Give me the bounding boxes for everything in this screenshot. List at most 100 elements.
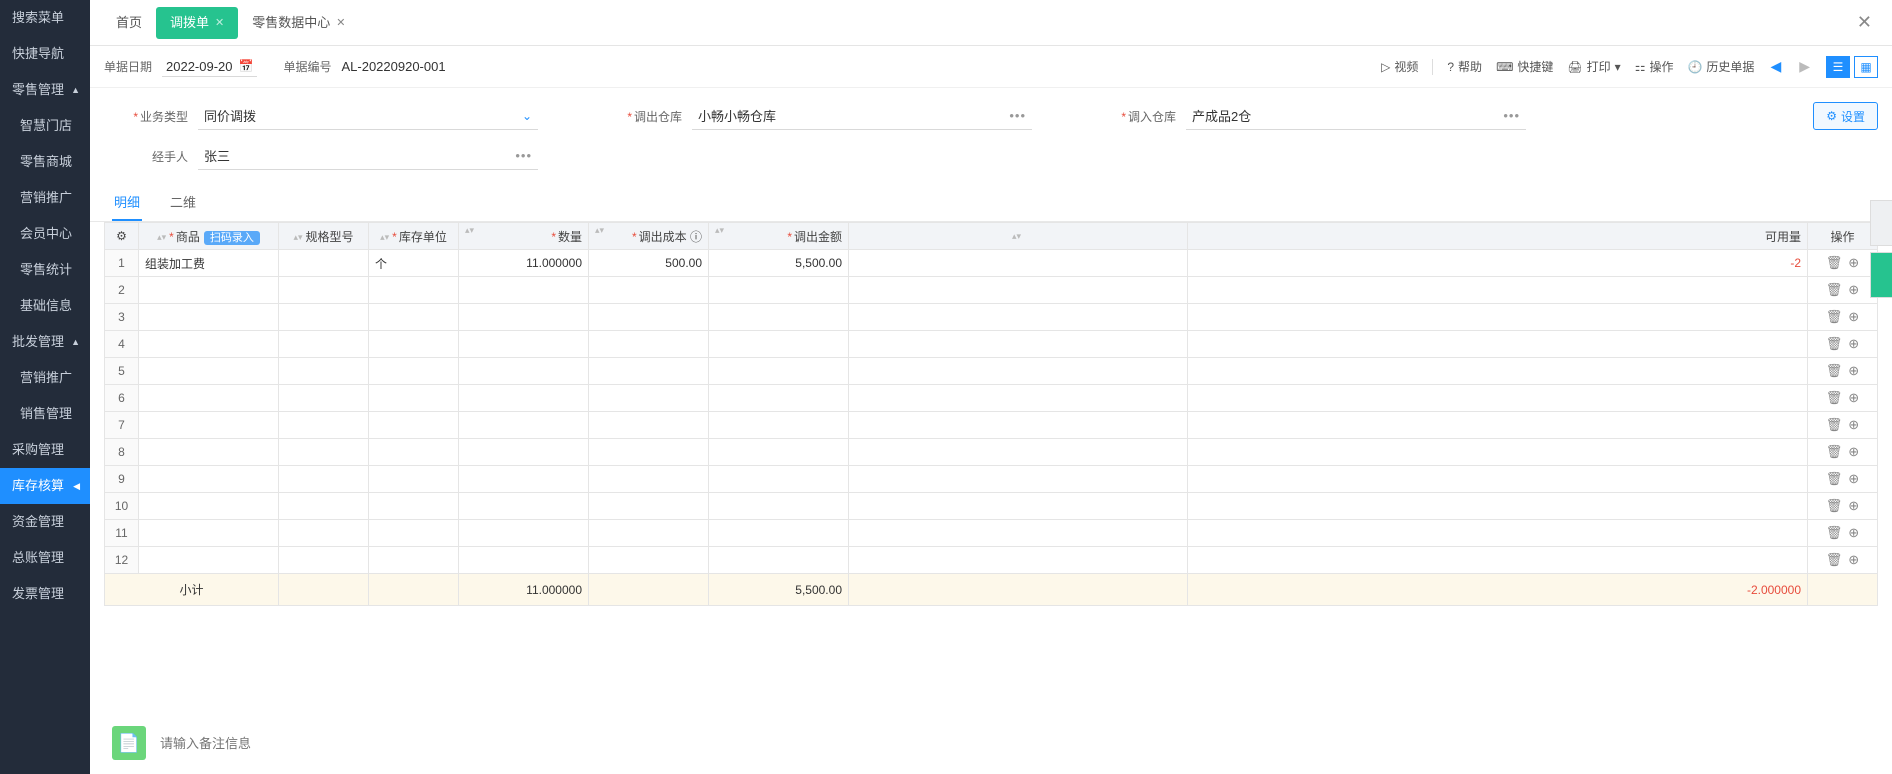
biztype-select[interactable]: 同价调拨 ⌄	[198, 102, 538, 130]
tab-transfer[interactable]: 调拨单✕	[156, 7, 238, 39]
sidebar-item-basicinfo[interactable]: 基础信息	[0, 288, 90, 324]
subtotal-qty: 11.000000	[459, 574, 589, 606]
sidebar-item-wholesale[interactable]: 批发管理▲	[0, 324, 90, 360]
video-button[interactable]: ▷ 视频	[1381, 58, 1418, 75]
delete-row-icon[interactable]: 🗑	[1826, 471, 1843, 486]
scan-button[interactable]: 扫码录入	[204, 231, 260, 245]
subtotal-label: 小计	[105, 574, 279, 606]
tab-home[interactable]: 首页	[102, 7, 156, 39]
add-row-icon[interactable]: ⊕	[1848, 471, 1859, 486]
table-row[interactable]: 4🗑⊕	[105, 331, 1878, 358]
sidebar-item-salesmgmt[interactable]: 销售管理	[0, 396, 90, 432]
settings-button[interactable]: ⚙ 设置	[1813, 102, 1878, 130]
history-button[interactable]: 🕘 历史单据	[1687, 58, 1754, 75]
sidebar-item-funds[interactable]: 资金管理	[0, 504, 90, 540]
add-row-icon[interactable]: ⊕	[1848, 417, 1859, 432]
col-qty[interactable]: ▴▾数量	[459, 223, 589, 250]
col-spec[interactable]: ▴▾规格型号	[279, 223, 369, 250]
add-row-icon[interactable]: ⊕	[1848, 336, 1859, 351]
print-button[interactable]: 🖨 打印 ▾	[1567, 58, 1620, 75]
table-row[interactable]: 5🗑⊕	[105, 358, 1878, 385]
rside-item-1[interactable]	[1870, 200, 1892, 246]
delete-row-icon[interactable]: 🗑	[1826, 363, 1843, 378]
sidebar-item-search[interactable]: 搜索菜单	[0, 0, 90, 36]
sidebar-item-marketing1[interactable]: 营销推广	[0, 180, 90, 216]
delete-row-icon[interactable]: 🗑	[1826, 390, 1843, 405]
delete-row-icon[interactable]: 🗑	[1826, 336, 1843, 351]
shortcut-button[interactable]: ⌨ 快捷键	[1496, 58, 1553, 75]
table-row[interactable]: 6🗑⊕	[105, 385, 1878, 412]
add-row-icon[interactable]: ⊕	[1848, 363, 1859, 378]
next-doc-button[interactable]: ▶	[1797, 58, 1812, 75]
help-button[interactable]: ? 帮助	[1447, 58, 1482, 75]
date-input[interactable]: 2022-09-20 📅	[162, 57, 257, 77]
view-list-button[interactable]: ☰	[1826, 56, 1850, 78]
rside-item-2[interactable]	[1870, 252, 1892, 298]
more-icon[interactable]: •••	[515, 148, 532, 163]
handler-select[interactable]: 张三 •••	[198, 142, 538, 170]
note-icon: 📄	[112, 726, 146, 760]
more-icon[interactable]: •••	[1009, 108, 1026, 123]
delete-row-icon[interactable]: 🗑	[1826, 498, 1843, 513]
delete-row-icon[interactable]: 🗑	[1826, 525, 1843, 540]
view-grid-button[interactable]: ▦	[1854, 56, 1878, 78]
col-avail[interactable]: 可用量	[1188, 223, 1808, 250]
delete-row-icon[interactable]: 🗑	[1826, 282, 1843, 297]
sidebar-item-retailstats[interactable]: 零售统计	[0, 252, 90, 288]
sidebar-item-quicknav[interactable]: 快捷导航	[0, 36, 90, 72]
table-row[interactable]: 3🗑⊕	[105, 304, 1878, 331]
sidebar-item-invoice[interactable]: 发票管理	[0, 576, 90, 612]
table-row[interactable]: 8🗑⊕	[105, 439, 1878, 466]
table-row[interactable]: 10🗑⊕	[105, 493, 1878, 520]
sidebar-item-marketing2[interactable]: 营销推广	[0, 360, 90, 396]
add-row-icon[interactable]: ⊕	[1848, 282, 1859, 297]
delete-row-icon[interactable]: 🗑	[1826, 444, 1843, 459]
col-product[interactable]: ▴▾商品扫码录入	[139, 223, 279, 250]
table-row[interactable]: 11🗑⊕	[105, 520, 1878, 547]
subtotal-amt: 5,500.00	[709, 574, 849, 606]
action-button[interactable]: ⚏ 操作	[1635, 58, 1674, 75]
delete-row-icon[interactable]: 🗑	[1826, 255, 1843, 270]
delete-row-icon[interactable]: 🗑	[1826, 552, 1843, 567]
sidebar-item-ledger[interactable]: 总账管理	[0, 540, 90, 576]
col-outcost[interactable]: ▴▾调出成本 ⓘ	[589, 223, 709, 250]
table-row[interactable]: 1组装加工费个11.000000500.005,500.00-2🗑⊕	[105, 250, 1878, 277]
table-row[interactable]: 12🗑⊕	[105, 547, 1878, 574]
form-row-1: 业务类型 同价调拨 ⌄ 调出仓库 小畅小畅仓库 ••• 调入仓库 产成品2仓 •…	[90, 88, 1892, 136]
detail-tab-lines[interactable]: 明细	[112, 184, 142, 221]
sidebar-item-retail[interactable]: 零售管理▲	[0, 72, 90, 108]
sidebar-item-purchase[interactable]: 采购管理	[0, 432, 90, 468]
sidebar-item-retailmall[interactable]: 零售商城	[0, 144, 90, 180]
add-row-icon[interactable]: ⊕	[1848, 390, 1859, 405]
inwh-label: 调入仓库	[1121, 110, 1176, 124]
remark-input[interactable]	[160, 736, 1870, 751]
add-row-icon[interactable]: ⊕	[1848, 309, 1859, 324]
remark-area: 📄	[90, 712, 1892, 774]
col-blank[interactable]: ▴▾	[849, 223, 1188, 250]
add-row-icon[interactable]: ⊕	[1848, 552, 1859, 567]
col-outamt[interactable]: ▴▾调出金额	[709, 223, 849, 250]
sidebar-item-smartstore[interactable]: 智慧门店	[0, 108, 90, 144]
close-all-tabs-button[interactable]: ✕	[1849, 12, 1880, 33]
inwh-select[interactable]: 产成品2仓 •••	[1186, 102, 1526, 130]
outwh-select[interactable]: 小畅小畅仓库 •••	[692, 102, 1032, 130]
table-row[interactable]: 7🗑⊕	[105, 412, 1878, 439]
add-row-icon[interactable]: ⊕	[1848, 444, 1859, 459]
prev-doc-button[interactable]: ◀	[1768, 58, 1783, 75]
close-icon[interactable]: ✕	[336, 7, 345, 39]
add-row-icon[interactable]: ⊕	[1848, 255, 1859, 270]
close-icon[interactable]: ✕	[215, 7, 224, 39]
delete-row-icon[interactable]: 🗑	[1826, 417, 1843, 432]
detail-tab-2d[interactable]: 二维	[168, 184, 198, 221]
tab-retaildata[interactable]: 零售数据中心✕	[238, 7, 359, 39]
gear-column[interactable]: ⚙	[105, 223, 139, 250]
sidebar-item-inventory[interactable]: 库存核算◀	[0, 468, 90, 504]
add-row-icon[interactable]: ⊕	[1848, 498, 1859, 513]
sidebar-item-member[interactable]: 会员中心	[0, 216, 90, 252]
table-row[interactable]: 9🗑⊕	[105, 466, 1878, 493]
table-row[interactable]: 2🗑⊕	[105, 277, 1878, 304]
delete-row-icon[interactable]: 🗑	[1826, 309, 1843, 324]
more-icon[interactable]: •••	[1503, 108, 1520, 123]
add-row-icon[interactable]: ⊕	[1848, 525, 1859, 540]
col-unit[interactable]: ▴▾库存单位	[369, 223, 459, 250]
